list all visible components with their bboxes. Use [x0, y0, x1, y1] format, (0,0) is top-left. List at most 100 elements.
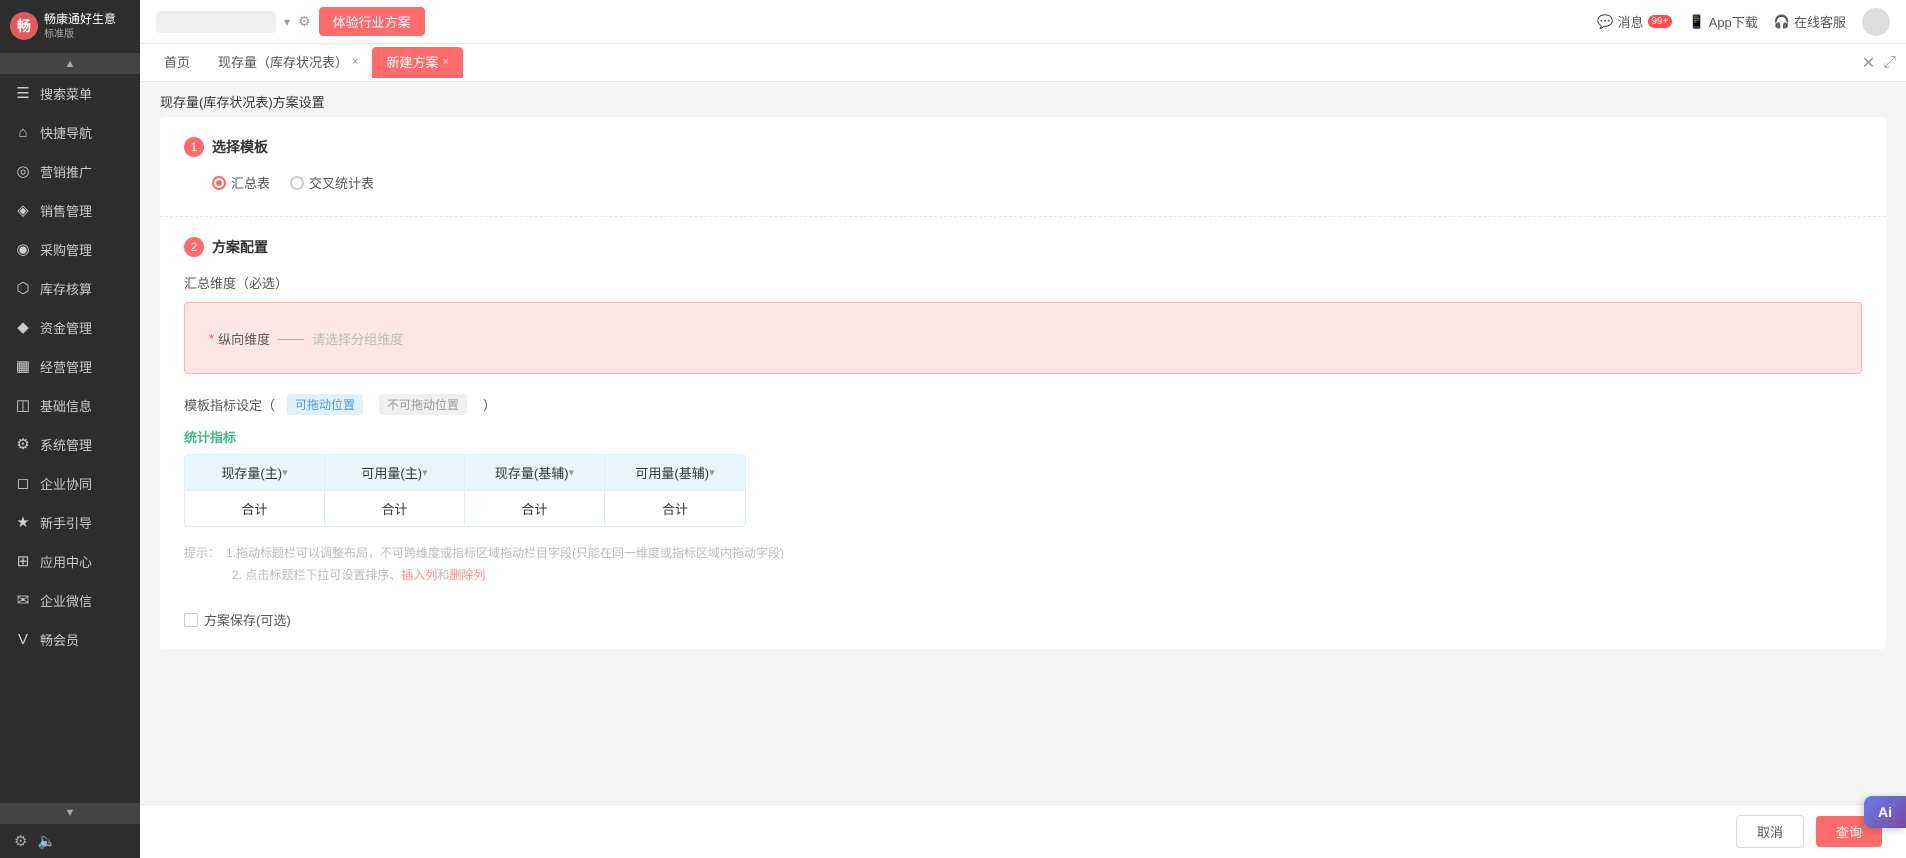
sidebar-scroll-down[interactable]: ▼	[0, 803, 140, 823]
radio-cross-circle	[290, 176, 304, 190]
sidebar-item-6[interactable]: ◆ 资金管理	[0, 308, 140, 347]
nav-icon-5: ⬡	[14, 279, 32, 297]
step1-block: 1 选择模板 汇总表 交叉统计表	[184, 137, 1862, 192]
nav-icon-13: ✉	[14, 591, 32, 609]
step2-label: 方案配置	[212, 237, 268, 257]
nav-icon-14: V	[14, 631, 32, 648]
sidebar-item-11[interactable]: ★ 新手引导	[0, 503, 140, 542]
dimension-box[interactable]: * 纵向维度 —— 请选择分组维度	[184, 302, 1862, 374]
online-service-label: 在线客服	[1794, 12, 1846, 31]
cell-0-2: 合计	[465, 491, 605, 526]
sidebar-item-1[interactable]: ⌂快捷导航	[0, 113, 140, 152]
tab-close-all-icon[interactable]: ✕	[1862, 53, 1875, 73]
stats-table-row-0: 合计 合计 合计 合计	[185, 490, 745, 526]
sidebar-item-0[interactable]: ☰搜索菜单	[0, 74, 140, 113]
sidebar-item-3[interactable]: ◈销售管理	[0, 191, 140, 230]
step1-label: 选择模板	[212, 137, 268, 157]
sidebar-item-7[interactable]: ▦ 经营管理	[0, 347, 140, 386]
stats-table-header: 现存量(主) ▾ 可用量(主) ▾ 现存量(基辅) ▾	[185, 455, 745, 490]
nav-label-0: 搜索菜单	[40, 84, 92, 103]
sidebar-item-9[interactable]: ⚙ 系统管理	[0, 425, 140, 464]
nav-icon-4: ◉	[14, 240, 32, 258]
search-input[interactable]	[156, 11, 276, 33]
tab-expand-icon[interactable]: ⤢	[1883, 54, 1896, 72]
settings-icon[interactable]: ⚙	[14, 832, 27, 850]
tab-inventory[interactable]: 现存量（库存状况表） ×	[204, 44, 372, 81]
nav-icon-12: ⊞	[14, 552, 32, 570]
nav-icon-7: ▦	[14, 357, 32, 375]
nav-label-4: 采购管理	[40, 240, 92, 259]
online-service-group[interactable]: 🎧 在线客服	[1774, 12, 1846, 31]
non-draggable-tag: 不可拖动位置	[379, 394, 467, 415]
sidebar-nav: ☰搜索菜单⌂快捷导航◎营销推广◈销售管理 ◉ 采购管理 ⬡库存核算 ◆ 资金管理 ▦ 经营管理…	[0, 74, 140, 803]
sidebar-item-12[interactable]: ⊞应用中心	[0, 542, 140, 581]
summary-dimension-label: 汇总维度（必选）	[184, 273, 1862, 292]
nav-label-9: 系统管理	[40, 435, 92, 454]
tab-new-scheme-close[interactable]: ×	[442, 56, 448, 68]
radio-summary-table[interactable]: 汇总表	[212, 173, 270, 192]
sidebar-item-8[interactable]: ◫ 基础信息	[0, 386, 140, 425]
nav-icon-9: ⚙	[14, 435, 32, 453]
nav-label-7: 经营管理	[40, 357, 92, 376]
tab-inventory-close[interactable]: ×	[352, 56, 358, 68]
stats-section-label: 统计指标	[184, 427, 1862, 446]
sidebar-item-10[interactable]: ◻企业协同	[0, 464, 140, 503]
app-sub: 标准版	[44, 28, 116, 41]
nav-icon-3: ◈	[14, 201, 32, 219]
save-option: 方案保存(可选)	[184, 610, 1862, 629]
nav-label-1: 快捷导航	[40, 123, 92, 142]
messages-group[interactable]: 💬 消息 99+	[1597, 12, 1672, 31]
messages-badge: 99+	[1648, 15, 1673, 28]
ai-fab-button[interactable]: Ai	[1864, 796, 1906, 828]
col-dropdown-0[interactable]: ▾	[282, 466, 288, 479]
tab-new-scheme[interactable]: 新建方案 ×	[372, 47, 462, 78]
cancel-button[interactable]: 取消	[1736, 815, 1804, 848]
tips-section: 提示： 1.拖动标题栏可以调整布局，不可跨维度或指标区域拖动栏目字段(只能在同一…	[184, 543, 1862, 586]
nav-icon-2: ◎	[14, 162, 32, 180]
dimension-placeholder: 请选择分组维度	[312, 329, 403, 348]
save-checkbox[interactable]	[184, 613, 198, 627]
col-header-2[interactable]: 现存量(基辅) ▾	[465, 455, 605, 490]
sidebar-item-5[interactable]: ⬡库存核算	[0, 269, 140, 308]
radio-summary-label: 汇总表	[231, 173, 270, 192]
sidebar-item-2[interactable]: ◎营销推广	[0, 152, 140, 191]
sidebar-item-4[interactable]: ◉ 采购管理	[0, 230, 140, 269]
col-header-1[interactable]: 可用量(主) ▾	[325, 455, 465, 490]
col-dropdown-3[interactable]: ▾	[709, 466, 715, 479]
radio-summary-circle	[212, 176, 226, 190]
bottom-bar: 取消 查询	[140, 804, 1906, 858]
col-header-0[interactable]: 现存量(主) ▾	[185, 455, 325, 490]
radio-cross-table[interactable]: 交叉统计表	[290, 173, 374, 192]
sidebar-item-13[interactable]: ✉企业微信	[0, 581, 140, 620]
app-download-group[interactable]: 📱 App下载	[1688, 12, 1757, 31]
nav-icon-11: ★	[14, 513, 32, 531]
col-header-3[interactable]: 可用量(基辅) ▾	[605, 455, 745, 490]
radio-cross-label: 交叉统计表	[309, 173, 374, 192]
nav-icon-8: ◫	[14, 396, 32, 414]
metrics-label-close: ）	[483, 395, 496, 414]
tip-1: 2. 点击标题栏下拉可设置排序、插入列和删除列	[184, 565, 1862, 587]
sidebar: 畅 畅康通好生意 标准版 ▲ ☰搜索菜单⌂快捷导航◎营销推广◈销售管理◉采购管理…	[0, 0, 140, 858]
tab-home[interactable]: 首页	[150, 44, 204, 81]
sidebar-item-14[interactable]: V畅会员	[0, 620, 140, 659]
topbar: ▾ ⚙ 体验行业方案 💬 消息 99+ 📱 App下载 🎧 在线客服	[140, 0, 1906, 44]
tab-home-label: 首页	[164, 52, 190, 71]
topbar-gear-icon[interactable]: ⚙	[298, 13, 311, 30]
nav-icon-6: ◆	[14, 318, 32, 336]
step2-num: 2	[184, 237, 204, 257]
nav-label-8: 基础信息	[40, 396, 92, 415]
col-dropdown-2[interactable]: ▾	[569, 466, 575, 479]
scheme-card: 1 选择模板 汇总表 交叉统计表	[160, 117, 1886, 649]
col-dropdown-1[interactable]: ▾	[422, 466, 428, 479]
user-avatar[interactable]	[1862, 8, 1890, 36]
template-radio-group: 汇总表 交叉统计表	[212, 173, 1862, 192]
message-icon: 💬	[1597, 14, 1613, 30]
trial-button[interactable]: 体验行业方案	[319, 7, 425, 36]
sidebar-scroll-up[interactable]: ▲	[0, 54, 140, 74]
step2-block: 2 方案配置 汇总维度（必选） * 纵向维度 —— 请选择分组维度 模板指标设定…	[184, 237, 1862, 586]
nav-label-11: 新手引导	[40, 513, 92, 532]
nav-label-6: 资金管理	[40, 318, 92, 337]
sound-icon[interactable]: 🔈	[37, 832, 56, 850]
metrics-setting: 模板指标设定（ 可拖动位置 不可拖动位置 ） 统计指标 现存量(主) ▾	[184, 394, 1862, 586]
topbar-dropdown-arrow[interactable]: ▾	[284, 15, 290, 29]
